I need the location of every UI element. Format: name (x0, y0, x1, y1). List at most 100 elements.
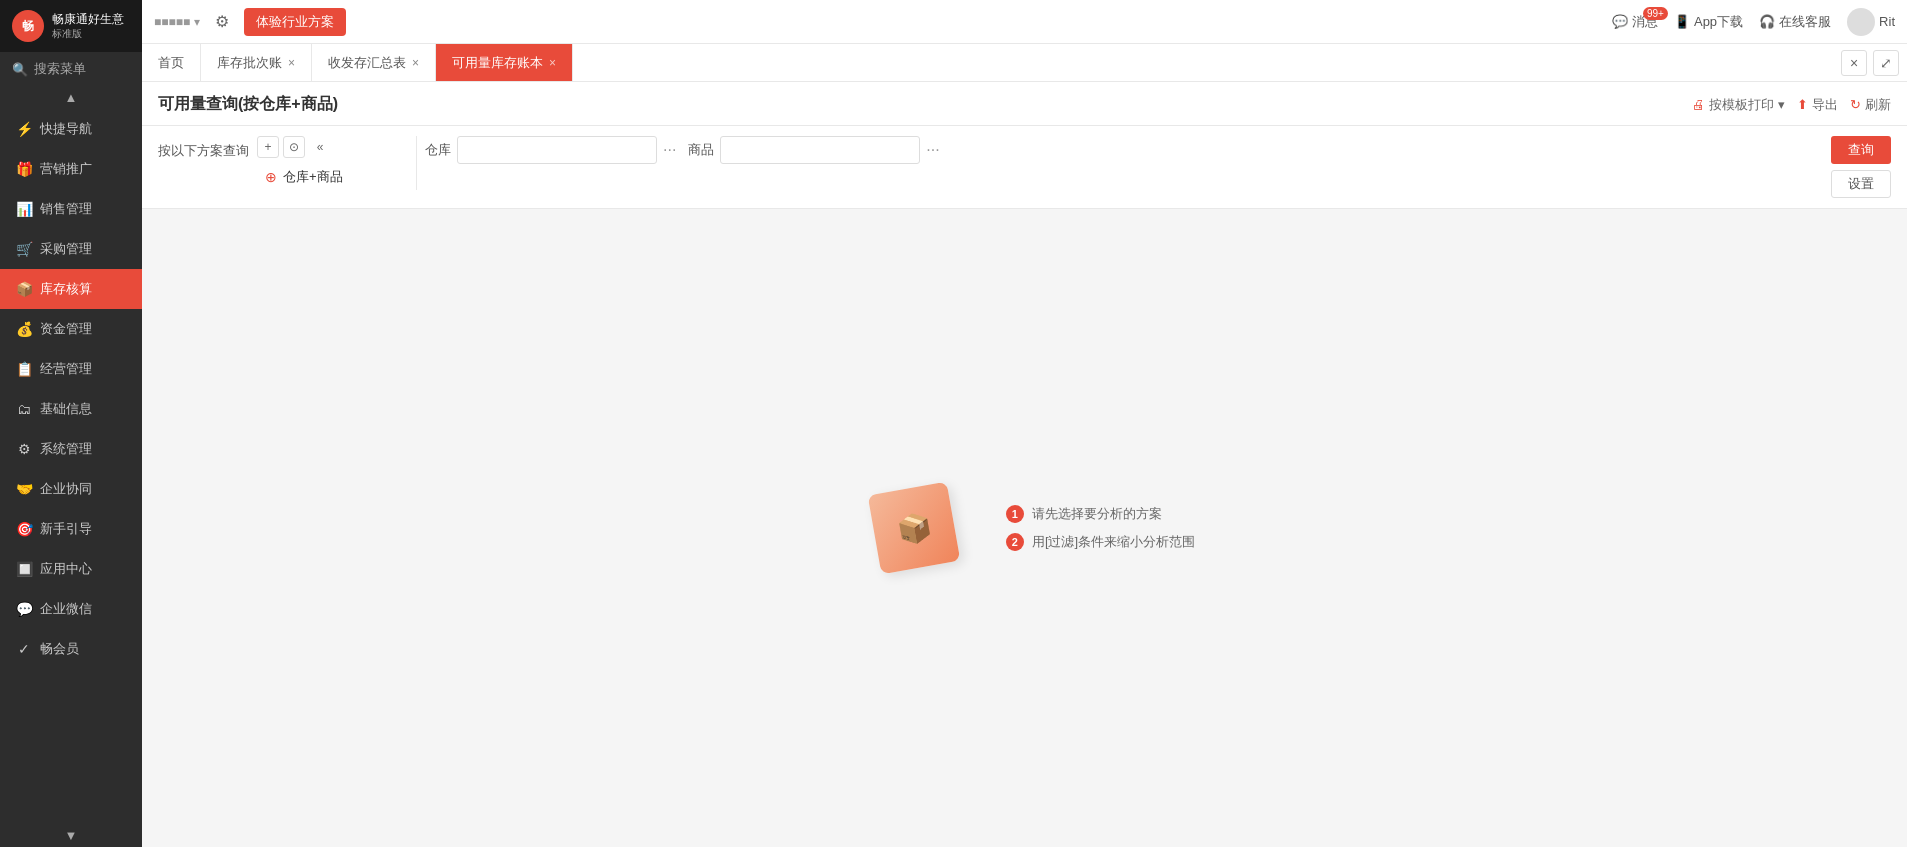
sidebar-item-xiaoshou[interactable]: 📊销售管理 (0, 189, 142, 229)
qiye-icon: 🤝 (16, 481, 32, 497)
tab-label: 收发存汇总表 (328, 54, 406, 72)
main-content: ■■■■■ ▾ ⚙ 体验行业方案 💬 消息 99+ 📱 App下载 🎧 在线客服… (142, 0, 1907, 847)
export-icon: ⬆ (1797, 97, 1808, 112)
message-badge: 99+ (1643, 7, 1668, 20)
sidebar-item-huiyuan[interactable]: ✓畅会员 (0, 629, 142, 669)
tab-close-icon[interactable]: × (549, 56, 556, 70)
empty-box-icon: 📦 (868, 482, 961, 575)
warehouse-more-button[interactable]: ··· (663, 141, 676, 159)
empty-state: 📦 1 请先选择要分析的方案 2 用[过滤]条件来缩小分析范围 (854, 468, 1195, 588)
tab-label: 库存批次账 (217, 54, 282, 72)
sidebar-label-kuaijie: 快捷导航 (40, 120, 92, 138)
collapse-scheme-button[interactable]: « (309, 136, 331, 158)
empty-illustration: 📦 (854, 468, 974, 588)
sidebar-search-item[interactable]: 🔍 搜索菜单 (0, 52, 142, 86)
tip-num-1: 1 (1006, 505, 1024, 523)
sidebar-item-qiye[interactable]: 🤝企业协同 (0, 469, 142, 509)
sidebar-item-xinshou[interactable]: 🎯新手引导 (0, 509, 142, 549)
message-button[interactable]: 💬 消息 99+ (1612, 13, 1658, 31)
tab-close-icon[interactable]: × (288, 56, 295, 70)
sidebar-item-yingyong[interactable]: 🔲应用中心 (0, 549, 142, 589)
sidebar-item-jichu[interactable]: 🗂 基础信息 (0, 389, 142, 429)
sidebar-label-xinshou: 新手引导 (40, 520, 92, 538)
sidebar-label-xiaoshou: 销售管理 (40, 200, 92, 218)
tab-首页[interactable]: 首页 (142, 44, 201, 82)
scheme-item-icon: ⊕ (265, 169, 277, 185)
tip-num-2: 2 (1006, 533, 1024, 551)
empty-tip-2: 2 用[过滤]条件来缩小分析范围 (1006, 533, 1195, 551)
industry-solution-button[interactable]: 体验行业方案 (244, 8, 346, 36)
sidebar-scroll-down[interactable]: ▼ (0, 824, 142, 847)
breadcrumb-text: ■■■■■ ▾ (154, 15, 200, 29)
goods-label: 商品 (688, 141, 714, 159)
sidebar-item-xitong[interactable]: ⚙ 系统管理 (0, 429, 142, 469)
sidebar-item-zijin[interactable]: 💰资金管理 (0, 309, 142, 349)
xitong-icon: ⚙ (16, 441, 32, 457)
tab-close-window-button[interactable]: × (1841, 50, 1867, 76)
sidebar-label-jingying: 经营管理 (40, 360, 92, 378)
scheme-item-label: 仓库+商品 (283, 168, 343, 186)
tab-库存批次账[interactable]: 库存批次账 × (201, 44, 312, 82)
app-download-button[interactable]: 📱 App下载 (1674, 13, 1743, 31)
add-scheme-button[interactable]: + (257, 136, 279, 158)
avatar (1847, 8, 1875, 36)
tip-text-2: 用[过滤]条件来缩小分析范围 (1032, 533, 1195, 551)
tab-label: 首页 (158, 54, 184, 72)
warehouse-input[interactable] (457, 136, 657, 164)
scheme-item-warehouse-goods[interactable]: ⊕ 仓库+商品 (257, 164, 408, 190)
sidebar-item-yingxiao[interactable]: 🎁营销推广 (0, 149, 142, 189)
goods-more-button[interactable]: ··· (926, 141, 939, 159)
service-icon: 🎧 (1759, 14, 1775, 29)
sidebar-label-yingyong: 应用中心 (40, 560, 92, 578)
sidebar-item-caigou[interactable]: 🛒 采购管理 (0, 229, 142, 269)
online-service-button[interactable]: 🎧 在线客服 (1759, 13, 1831, 31)
empty-tips: 1 请先选择要分析的方案 2 用[过滤]条件来缩小分析范围 (1006, 505, 1195, 551)
sidebar-label-weixin: 企业微信 (40, 600, 92, 618)
filter-field-goods: 商品 ··· (688, 136, 939, 164)
print-button[interactable]: 🖨 按模板打印 ▾ (1692, 96, 1785, 114)
brand-name: 畅康通好生意 (52, 11, 124, 28)
filter-scheme-area: + ⊙ « ⊕ 仓库+商品 (257, 136, 417, 190)
sidebar-item-kucun[interactable]: 📦库存核算 (0, 269, 142, 309)
settings-button[interactable]: 设置 (1831, 170, 1891, 198)
user-avatar-button[interactable]: Rit (1847, 8, 1895, 36)
kucun-icon: 📦 (16, 281, 32, 297)
jingying-icon: 📋 (16, 361, 32, 377)
tab-label: 可用量库存账本 (452, 54, 543, 72)
tab-close-icon[interactable]: × (412, 56, 419, 70)
sidebar-brand: 畅康通好生意 标准版 (52, 11, 124, 42)
tab-可用量库存账本[interactable]: 可用量库存账本 × (436, 44, 573, 82)
print-icon: 🖨 (1692, 97, 1705, 112)
topbar-gear-btn[interactable]: ⚙ (208, 8, 236, 36)
caigou-icon: 🛒 (16, 241, 32, 257)
sidebar-label-jichu: 基础信息 (40, 400, 92, 418)
tip-text-1: 请先选择要分析的方案 (1032, 505, 1162, 523)
topbar: ■■■■■ ▾ ⚙ 体验行业方案 💬 消息 99+ 📱 App下载 🎧 在线客服… (142, 0, 1907, 44)
username: Rit (1879, 14, 1895, 29)
sidebar-scroll-up[interactable]: ▲ (0, 86, 142, 109)
huiyuan-icon: ✓ (16, 641, 32, 657)
filter-bar: 按以下方案查询 + ⊙ « ⊕ 仓库+商品 仓库 ··· 商品 (142, 126, 1907, 209)
refresh-button[interactable]: ↻ 刷新 (1850, 96, 1891, 114)
page-header: 可用量查询(按仓库+商品) 🖨 按模板打印 ▾ ⬆ 导出 ↻ 刷新 (142, 82, 1907, 126)
goods-input[interactable] (720, 136, 920, 164)
sidebar-item-weixin[interactable]: 💬企业微信 (0, 589, 142, 629)
content-area: 📦 1 请先选择要分析的方案 2 用[过滤]条件来缩小分析范围 (142, 209, 1907, 847)
tab-收发存汇总表[interactable]: 收发存汇总表 × (312, 44, 436, 82)
sidebar-item-kuaijie[interactable]: ⚡快捷导航 (0, 109, 142, 149)
query-button[interactable]: 查询 (1831, 136, 1891, 164)
filter-row-1: 仓库 ··· 商品 ··· (425, 136, 1823, 164)
sidebar-label-xitong: 系统管理 (40, 440, 92, 458)
tab-expand-button[interactable]: ⤢ (1873, 50, 1899, 76)
refresh-icon: ↻ (1850, 97, 1861, 112)
sidebar-item-jingying[interactable]: 📋 经营管理 (0, 349, 142, 389)
filter-field-warehouse: 仓库 ··· (425, 136, 676, 164)
warehouse-label: 仓库 (425, 141, 451, 159)
print-dropdown-icon[interactable]: ▾ (1778, 97, 1785, 112)
export-button[interactable]: ⬆ 导出 (1797, 96, 1838, 114)
export-label: 导出 (1812, 96, 1838, 114)
filter-section-label: 按以下方案查询 (158, 136, 249, 160)
scheme-settings-button[interactable]: ⊙ (283, 136, 305, 158)
sidebar-label-caigou: 采购管理 (40, 240, 92, 258)
jichu-icon: 🗂 (16, 401, 32, 417)
